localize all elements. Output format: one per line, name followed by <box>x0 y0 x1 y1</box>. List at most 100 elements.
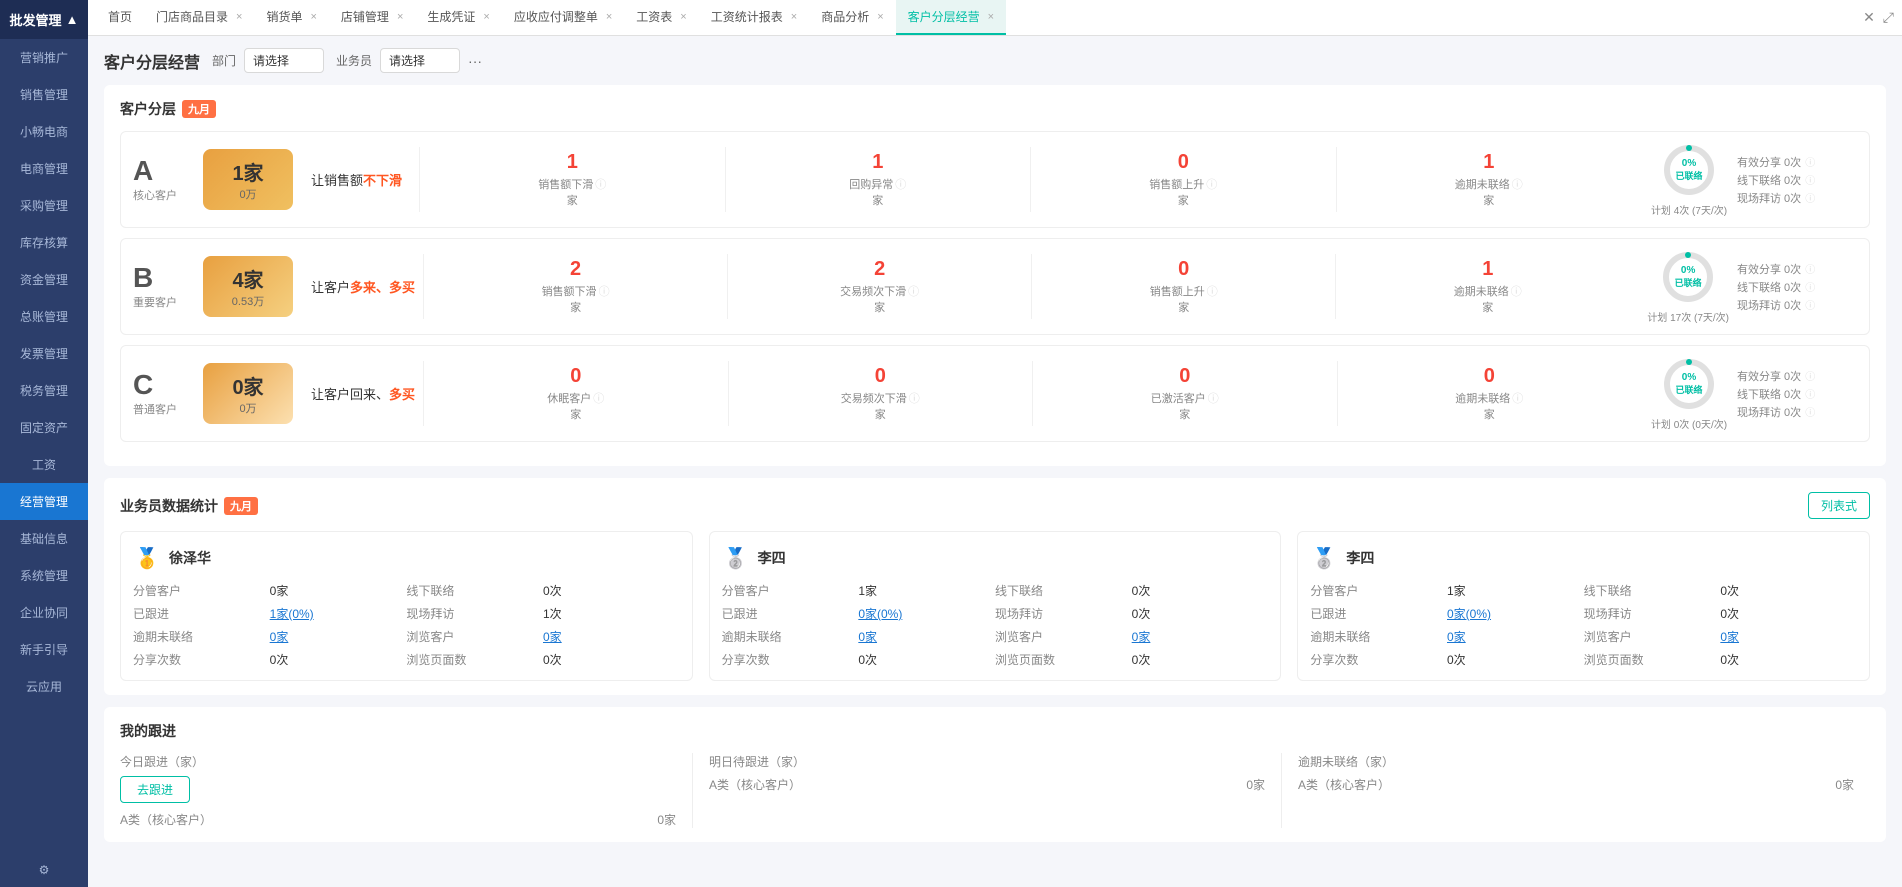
sidebar-top[interactable]: 批发管理 ▲ <box>0 0 88 39</box>
biz-grid-val[interactable]: 0家 <box>1447 628 1584 645</box>
biz-grid-val[interactable]: 0家 <box>1132 628 1269 645</box>
tab-门店商品目录[interactable]: 门店商品目录× <box>144 0 254 35</box>
sidebar-item-总账管理[interactable]: 总账管理 <box>0 298 88 335</box>
sidebar-item-发票管理[interactable]: 发票管理 <box>0 335 88 372</box>
info-icon-right[interactable]: ⓘ <box>1805 279 1815 294</box>
tier-stats: 2销售额下滑 ⓘ家2交易频次下滑 ⓘ家0销售额上升 ⓘ家1逾期未联络 ⓘ家 <box>423 254 1639 319</box>
close-tab-icon[interactable]: × <box>310 11 316 23</box>
biz-grid-val: 0次 <box>1132 582 1269 599</box>
info-icon-right[interactable]: ⓘ <box>1805 368 1815 383</box>
ring-chart: 0%已联络 <box>1661 142 1717 198</box>
close-tab-icon[interactable]: × <box>483 11 489 23</box>
info-icon-right[interactable]: ⓘ <box>1805 261 1815 276</box>
list-view-btn[interactable]: 列表式 <box>1808 492 1870 519</box>
sidebar-item-采购管理[interactable]: 采购管理 <box>0 187 88 224</box>
sidebar-item-云应用[interactable]: 云应用 <box>0 668 88 705</box>
tab-首页[interactable]: 首页 <box>96 0 144 35</box>
tab-客户分层经营[interactable]: 客户分层经营× <box>896 0 1006 35</box>
tab-销货单[interactable]: 销货单× <box>254 0 328 35</box>
info-icon-right[interactable]: ⓘ <box>1805 297 1815 312</box>
info-icon[interactable]: ⓘ <box>908 283 919 299</box>
tab-生成凭证[interactable]: 生成凭证× <box>415 0 501 35</box>
biz-grid-val[interactable]: 0家 <box>858 628 995 645</box>
sidebar-item-销售管理[interactable]: 销售管理 <box>0 76 88 113</box>
sidebar-item-营销推广[interactable]: 营销推广 <box>0 39 88 76</box>
biz-grid-label: 浏览页面数 <box>1584 651 1721 668</box>
go-followup-btn[interactable]: 去跟进 <box>120 776 190 803</box>
biz-grid-link[interactable]: 0家(0%) <box>858 607 902 621</box>
info-icon-right[interactable]: ⓘ <box>1805 190 1815 205</box>
close-tab-icon[interactable]: × <box>606 11 612 23</box>
sidebar-item-企业协同[interactable]: 企业协同 <box>0 594 88 631</box>
biz-grid-val[interactable]: 0家(0%) <box>1447 605 1584 622</box>
info-icon[interactable]: ⓘ <box>593 390 604 406</box>
sidebar-item-系统管理[interactable]: 系统管理 <box>0 557 88 594</box>
biz-grid-link[interactable]: 0家 <box>1447 630 1466 644</box>
close-tab-icon[interactable]: × <box>988 11 994 23</box>
info-icon[interactable]: ⓘ <box>1511 283 1522 299</box>
sidebar-item-固定资产[interactable]: 固定资产 <box>0 409 88 446</box>
stat-unit: 家 <box>1484 406 1495 422</box>
tier-label-B: B重要客户 <box>133 264 193 310</box>
biz-grid: 分管客户0家线下联络0次已跟进1家(0%)现场拜访1次逾期未联络0家浏览客户0家… <box>133 582 680 668</box>
tab-店铺管理[interactable]: 店铺管理× <box>329 0 415 35</box>
sidebar-settings[interactable]: ⚙ <box>0 853 88 887</box>
sidebar-item-库存核算[interactable]: 库存核算 <box>0 224 88 261</box>
tab-工资表[interactable]: 工资表× <box>624 0 698 35</box>
biz-grid-val[interactable]: 1家(0%) <box>270 605 407 622</box>
sidebar-item-基础信息[interactable]: 基础信息 <box>0 520 88 557</box>
info-icon[interactable]: ⓘ <box>599 283 610 299</box>
biz-grid-val[interactable]: 0家(0%) <box>858 605 995 622</box>
info-icon[interactable]: ⓘ <box>909 390 920 406</box>
close-tab-icon[interactable]: × <box>791 11 797 23</box>
biz-grid-link[interactable]: 0家 <box>270 630 289 644</box>
biz-grid: 分管客户1家线下联络0次已跟进0家(0%)现场拜访0次逾期未联络0家浏览客户0家… <box>722 582 1269 668</box>
close-tab-icon[interactable]: × <box>680 11 686 23</box>
sidebar-item-经营管理[interactable]: 经营管理 <box>0 483 88 520</box>
info-icon-right[interactable]: ⓘ <box>1805 404 1815 419</box>
biz-grid-link[interactable]: 0家 <box>1720 630 1739 644</box>
info-icon[interactable]: ⓘ <box>1512 390 1523 406</box>
biz-grid-link[interactable]: 0家 <box>543 630 562 644</box>
followup-col-title: 逾期未联络（家） <box>1298 753 1854 770</box>
close-tab-icon[interactable]: × <box>877 11 883 23</box>
sidebar-item-工资[interactable]: 工资 <box>0 446 88 483</box>
biz-grid-val[interactable]: 0家 <box>543 628 680 645</box>
info-icon[interactable]: ⓘ <box>595 176 606 192</box>
biz-grid-link[interactable]: 0家 <box>858 630 877 644</box>
sidebar-item-小畅电商[interactable]: 小畅电商 <box>0 113 88 150</box>
close-tab-icon[interactable]: × <box>397 11 403 23</box>
info-icon[interactable]: ⓘ <box>1207 283 1218 299</box>
sidebar-item-新手引导[interactable]: 新手引导 <box>0 631 88 668</box>
biz-card-header: 🥇徐泽华 <box>133 544 680 572</box>
info-icon-right[interactable]: ⓘ <box>1805 172 1815 187</box>
tab-商品分析[interactable]: 商品分析× <box>809 0 895 35</box>
more-btn[interactable]: ··· <box>468 53 482 69</box>
sidebar-item-税务管理[interactable]: 税务管理 <box>0 372 88 409</box>
biz-grid-val[interactable]: 0家 <box>270 628 407 645</box>
stat-label: 交易频次下滑 ⓘ <box>841 390 920 406</box>
stat-unit: 家 <box>874 299 885 315</box>
salesman-select[interactable]: 请选择 <box>380 48 460 73</box>
biz-grid-val[interactable]: 0家 <box>1720 628 1857 645</box>
info-icon[interactable]: ⓘ <box>1512 176 1523 192</box>
close-tab-icon[interactable]: × <box>236 11 242 23</box>
main-area: 首页门店商品目录×销货单×店铺管理×生成凭证×应收应付调整单×工资表×工资统计报… <box>88 0 1902 887</box>
biz-grid-label: 已跟进 <box>133 605 270 622</box>
biz-grid-link[interactable]: 0家(0%) <box>1447 607 1491 621</box>
tab-应收应付调整单[interactable]: 应收应付调整单× <box>502 0 624 35</box>
biz-grid-link[interactable]: 0家 <box>1132 630 1151 644</box>
info-icon[interactable]: ⓘ <box>895 176 906 192</box>
tab-工资统计报表[interactable]: 工资统计报表× <box>699 0 809 35</box>
info-icon-right[interactable]: ⓘ <box>1805 154 1815 169</box>
expand-icon[interactable]: ⤢ <box>1883 9 1894 26</box>
dept-select[interactable]: 请选择 <box>244 48 324 73</box>
sidebar-item-资金管理[interactable]: 资金管理 <box>0 261 88 298</box>
close-all-icon[interactable]: ✕ <box>1863 9 1875 26</box>
info-icon-right[interactable]: ⓘ <box>1805 386 1815 401</box>
tier-label-C: C普通客户 <box>133 371 193 417</box>
sidebar-item-电商管理[interactable]: 电商管理 <box>0 150 88 187</box>
biz-grid-link[interactable]: 1家(0%) <box>270 607 314 621</box>
info-icon[interactable]: ⓘ <box>1206 176 1217 192</box>
info-icon[interactable]: ⓘ <box>1208 390 1219 406</box>
